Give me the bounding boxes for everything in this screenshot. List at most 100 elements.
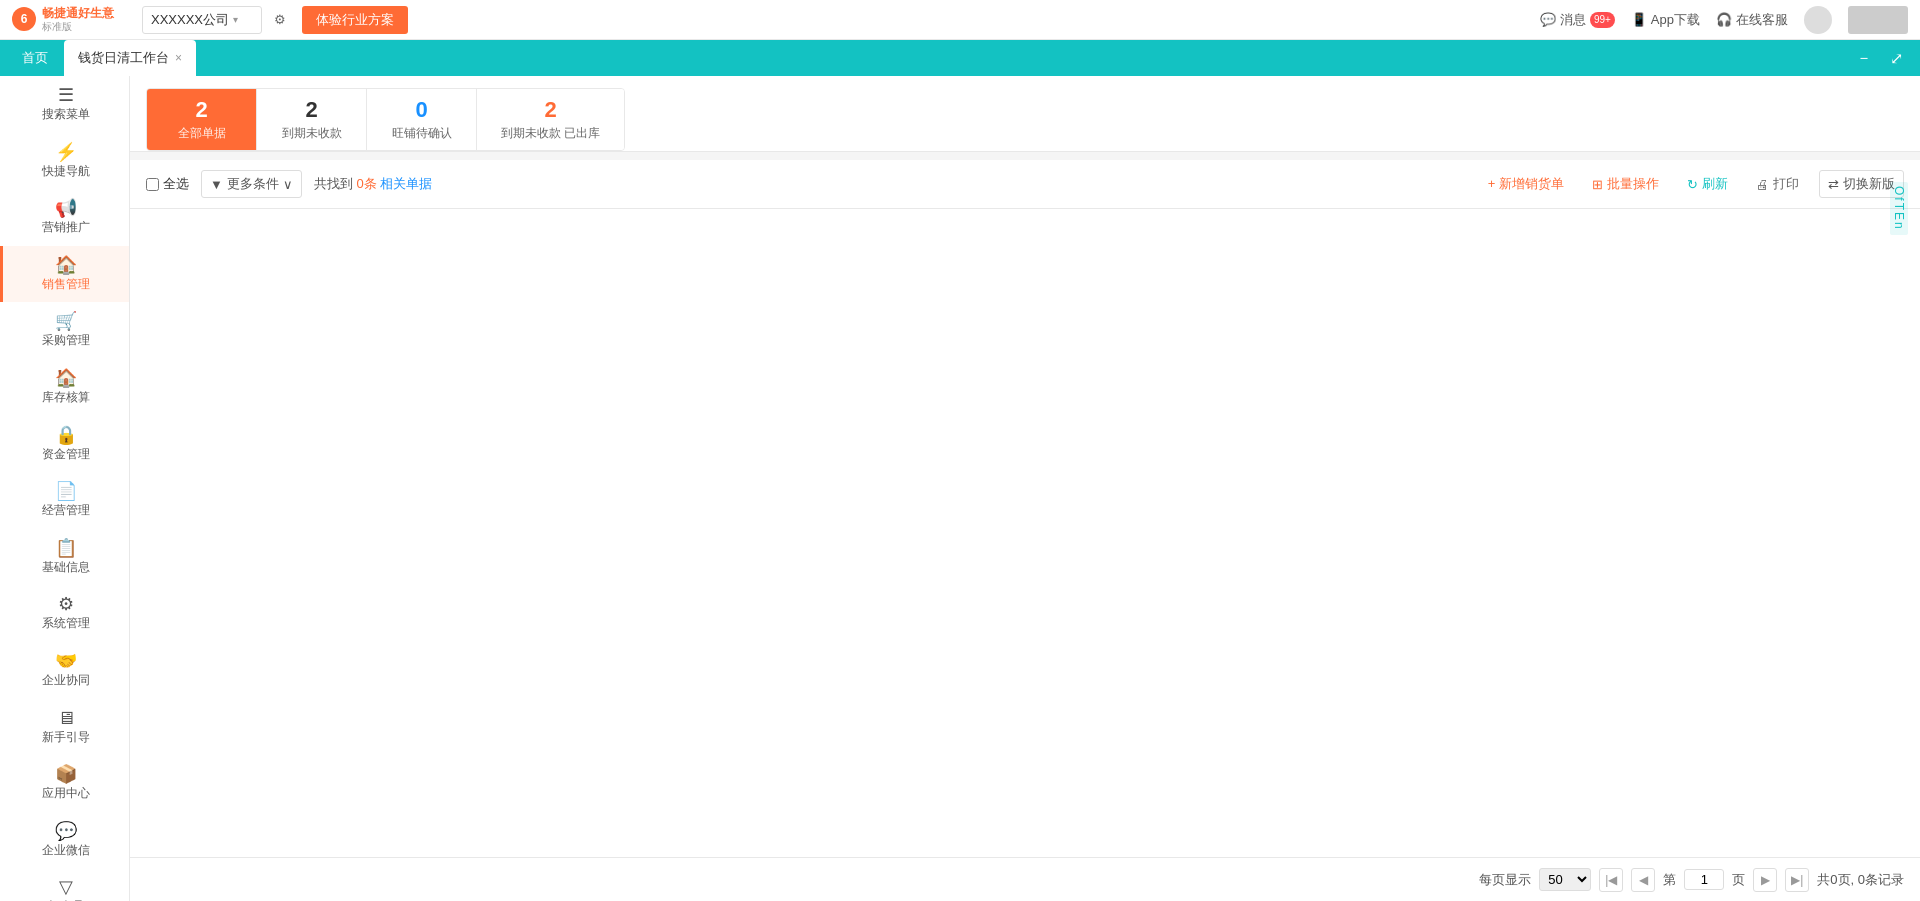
sidebar-label-marketing: 营销推广	[42, 220, 90, 236]
sidebar-item-marketing[interactable]: 📢 营销推广	[0, 189, 129, 246]
pagination-bar: 每页显示 50 100 200 |◀ ◀ 第 页 ▶ ▶| 共0页, 0条记录	[130, 857, 1920, 901]
per-page-label: 每页显示	[1479, 871, 1531, 889]
online-service-action[interactable]: 🎧 在线客服	[1716, 11, 1788, 29]
user-avatar[interactable]	[1804, 6, 1832, 34]
header-right: 💬 消息 99+ 📱 App下载 🎧 在线客服	[1540, 6, 1908, 34]
sidebar-item-search[interactable]: ☰ 搜索菜单	[0, 76, 129, 133]
select-all-checkbox[interactable]: 全选	[146, 175, 189, 193]
content-area: 2 全部单据 2 到期未收款 0 旺铺待确认 2 到期未收款 已出库	[130, 76, 1920, 901]
nav-tab-home[interactable]: 首页	[8, 40, 62, 76]
add-sale-btn[interactable]: + 新增销货单	[1480, 171, 1572, 197]
sidebar-item-inventory[interactable]: 🏠 库存核算	[0, 359, 129, 416]
last-page-btn[interactable]: ▶|	[1785, 868, 1809, 892]
sidebar-item-app-center[interactable]: 📦 应用中心	[0, 755, 129, 812]
next-page-btn[interactable]: ▶	[1753, 868, 1777, 892]
message-icon: 💬	[1540, 12, 1556, 27]
batch-label: 批量操作	[1607, 175, 1659, 193]
tab-close-icon[interactable]: ×	[175, 51, 182, 65]
sidebar-item-sales[interactable]: 🏠 销售管理	[0, 246, 129, 303]
app-download-icon: 📱	[1631, 12, 1647, 27]
sidebar-label-guide: 新手引导	[42, 730, 90, 746]
batch-btn[interactable]: ⊞ 批量操作	[1584, 171, 1667, 197]
sidebar-item-finance[interactable]: 🔒 资金管理	[0, 416, 129, 473]
app-download-action[interactable]: 📱 App下载	[1631, 11, 1700, 29]
company-selector[interactable]: XXXXXX公司 ▾	[142, 6, 262, 34]
stat-tab-pending[interactable]: 0 旺铺待确认	[367, 89, 477, 150]
stat-label-pending: 旺铺待确认	[392, 125, 452, 142]
tab-maximize-btn[interactable]: ⤢	[1884, 46, 1908, 70]
select-all-input[interactable]	[146, 178, 159, 191]
message-badge: 99+	[1590, 12, 1615, 28]
guide-icon: 🖥	[57, 709, 75, 727]
print-label: 打印	[1773, 175, 1799, 193]
cooperation-icon: 🤝	[55, 652, 77, 670]
logo-area: 6 畅捷通好生意 标准版	[12, 6, 142, 32]
print-btn[interactable]: 🖨 打印	[1748, 171, 1807, 197]
sidebar-label-purchase: 采购管理	[42, 333, 90, 349]
logo-sub-text: 标准版	[42, 21, 114, 33]
system-icon: ⚙	[58, 595, 74, 613]
sidebar-item-cooperation[interactable]: 🤝 企业协同	[0, 642, 129, 699]
sidebar-label-operations: 经营管理	[42, 503, 90, 519]
sidebar-item-quick-nav[interactable]: ⚡ 快捷导航	[0, 133, 129, 190]
stat-number-overdue: 2	[305, 97, 317, 123]
filter-btn[interactable]: ▼ 更多条件 ∨	[201, 170, 302, 198]
toolbar: 全选 ▼ 更多条件 ∨ 共找到 0条 相关单据 + 新增销货单 ⊞ 批量操作 ↻	[130, 160, 1920, 209]
stat-label-overdue: 到期未收款	[282, 125, 342, 142]
sidebar-label-app-center: 应用中心	[42, 786, 90, 802]
stat-number-all: 2	[195, 97, 207, 123]
per-page-select[interactable]: 50 100 200	[1539, 868, 1591, 891]
refresh-icon: ↻	[1687, 177, 1698, 192]
inventory-icon: 🏠	[55, 369, 77, 387]
home-tab-label: 首页	[22, 49, 48, 67]
stats-tabs-inner: 2 全部单据 2 到期未收款 0 旺铺待确认 2 到期未收款 已出库	[146, 88, 625, 151]
member-icon: ▽	[59, 878, 73, 896]
purchase-icon: 🛒	[55, 312, 77, 330]
stat-tab-overdue[interactable]: 2 到期未收款	[257, 89, 367, 150]
sidebar-item-guide[interactable]: 🖥 新手引导	[0, 699, 129, 756]
basic-info-icon: 📋	[55, 539, 77, 557]
message-action[interactable]: 💬 消息 99+	[1540, 11, 1615, 29]
stat-tab-unshipped[interactable]: 2 到期未收款 已出库	[477, 89, 624, 150]
select-all-label: 全选	[163, 175, 189, 193]
logo-icon: 6	[12, 7, 36, 31]
finance-icon: 🔒	[55, 426, 77, 444]
stat-tab-all[interactable]: 2 全部单据	[147, 89, 257, 150]
online-service-label: 在线客服	[1736, 11, 1788, 29]
app-download-label: App下载	[1651, 11, 1700, 29]
sidebar-item-system[interactable]: ⚙ 系统管理	[0, 585, 129, 642]
sidebar-item-purchase[interactable]: 🛒 采购管理	[0, 302, 129, 359]
sidebar-label-quick-nav: 快捷导航	[42, 164, 90, 180]
switch-icon: ⇄	[1828, 177, 1839, 192]
sidebar-item-operations[interactable]: 📄 经营管理	[0, 472, 129, 529]
often-mark: OfTEn	[1890, 182, 1908, 235]
print-icon: 🖨	[1756, 177, 1769, 192]
sidebar-item-wechat[interactable]: 💬 企业微信	[0, 812, 129, 869]
related-link[interactable]: 相关单据	[380, 176, 432, 191]
nav-tab-active[interactable]: 钱货日清工作台 ×	[64, 40, 196, 76]
found-count: 0条	[357, 176, 377, 191]
page-input[interactable]	[1684, 869, 1724, 890]
stats-tabs: 2 全部单据 2 到期未收款 0 旺铺待确认 2 到期未收款 已出库	[130, 76, 1920, 152]
filter-chevron-icon: ∨	[283, 177, 293, 192]
trial-btn[interactable]: 体验行业方案	[302, 6, 408, 34]
chevron-down-icon: ▾	[233, 14, 238, 25]
stat-label-all: 全部单据	[178, 125, 226, 142]
sidebar: ☰ 搜索菜单 ⚡ 快捷导航 📢 营销推广 🏠 销售管理 🛒 采购管理 🏠 库存核…	[0, 76, 130, 901]
found-text: 共找到 0条 相关单据	[314, 175, 432, 193]
prev-page-btn[interactable]: ◀	[1631, 868, 1655, 892]
tab-minimize-btn[interactable]: －	[1852, 46, 1876, 70]
operations-icon: 📄	[55, 482, 77, 500]
filter-icon: ▼	[210, 177, 223, 192]
stat-number-pending: 0	[415, 97, 427, 123]
first-page-btn[interactable]: |◀	[1599, 868, 1623, 892]
sidebar-item-member[interactable]: ▽ 畅会员	[0, 868, 129, 901]
user-name-area[interactable]	[1848, 6, 1908, 34]
page-label-suffix: 页	[1732, 871, 1745, 889]
marketing-icon: 📢	[55, 199, 77, 217]
refresh-btn[interactable]: ↻ 刷新	[1679, 171, 1736, 197]
sidebar-item-basic-info[interactable]: 📋 基础信息	[0, 529, 129, 586]
sidebar-label-sales: 销售管理	[42, 277, 90, 293]
settings-icon-btn[interactable]: ⚙	[266, 6, 294, 34]
toolbar-right: + 新增销货单 ⊞ 批量操作 ↻ 刷新 🖨 打印 ⇄ 切换新版	[1480, 170, 1904, 198]
